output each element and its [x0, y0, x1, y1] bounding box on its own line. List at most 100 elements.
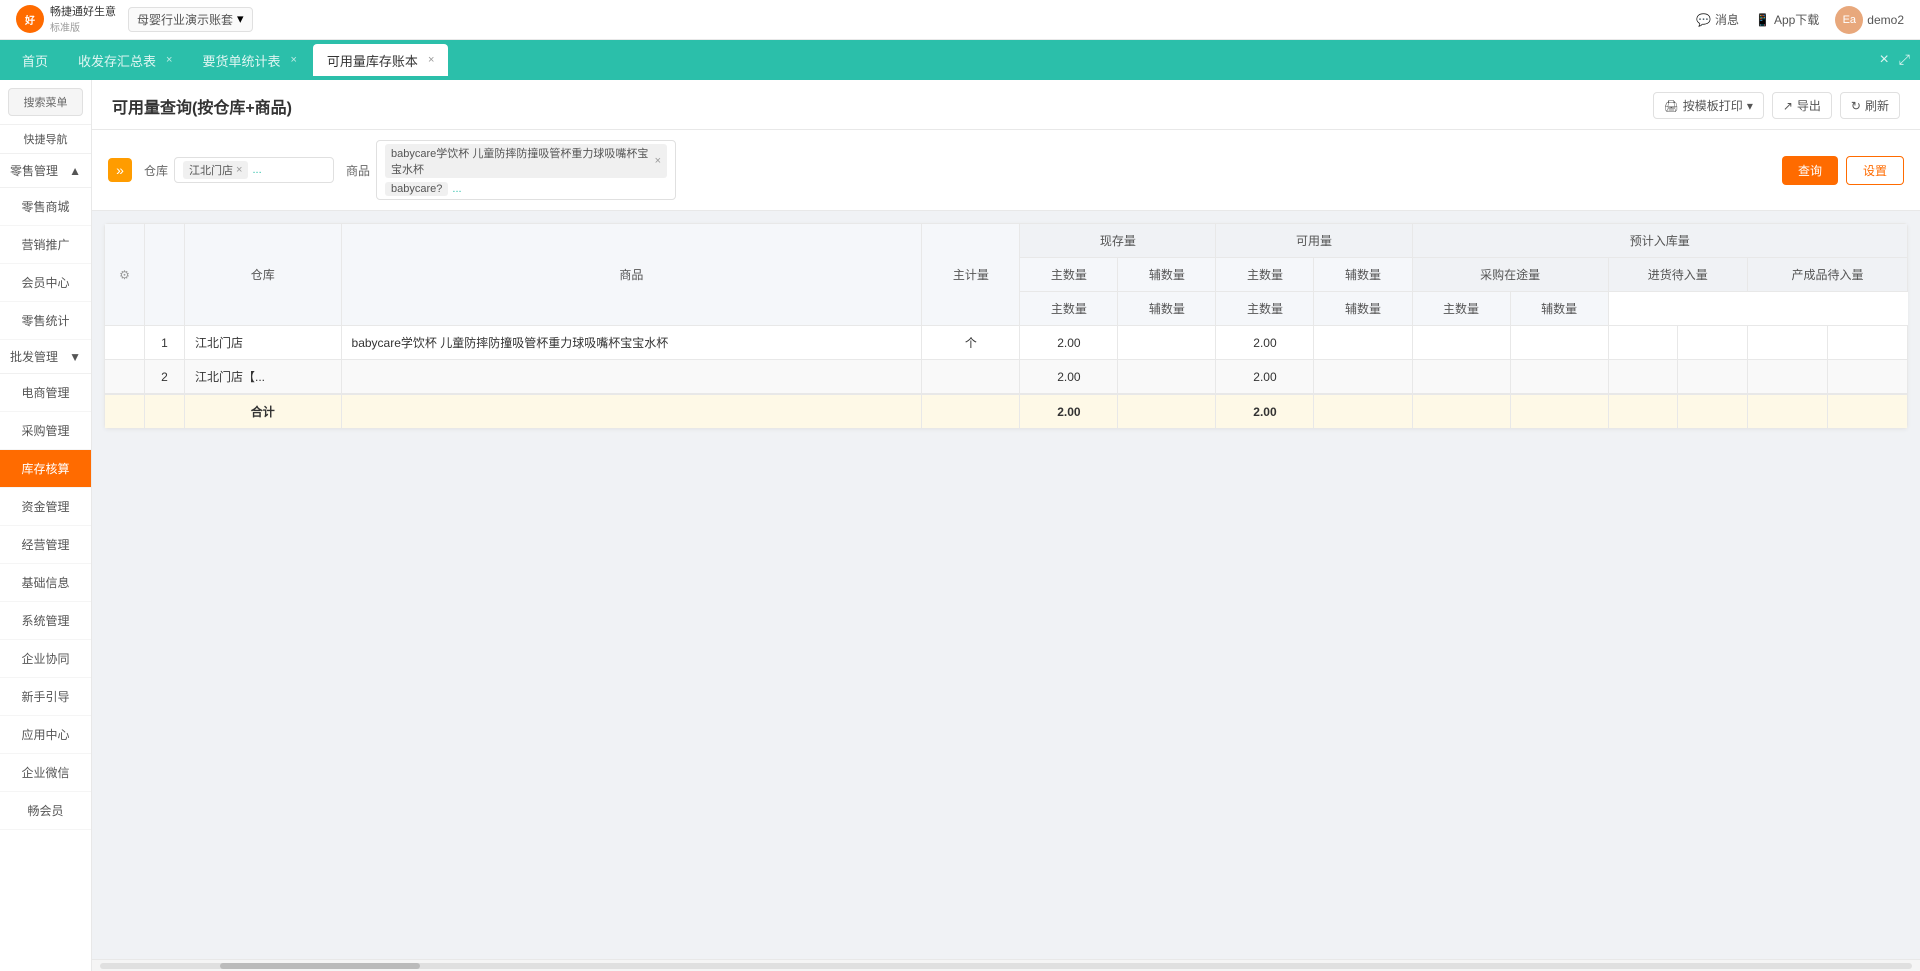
horizontal-scrollbar[interactable] [92, 959, 1920, 971]
tab-order-stat-close[interactable]: × [290, 54, 296, 66]
warehouse-tag-close[interactable]: × [236, 164, 242, 176]
sidebar-item-retail-mall[interactable]: 零售商城 [0, 188, 91, 226]
cell-stock-main-2: 2.00 [1020, 360, 1118, 395]
sidebar-item-operations[interactable]: 经营管理 [0, 526, 91, 564]
sidebar-item-new-guide[interactable]: 新手引导 [0, 678, 91, 716]
tab-receive-close[interactable]: × [166, 54, 172, 66]
th-avail-main: 主数量 [1216, 258, 1314, 292]
sidebar-item-purchase[interactable]: 采购管理 [0, 412, 91, 450]
filter-toggle-btn[interactable]: » [108, 158, 132, 182]
cell-avail-aux-2 [1314, 360, 1412, 395]
product-tag-2: babycare? [385, 182, 448, 196]
tab-receive[interactable]: 收发存汇总表 × [64, 44, 186, 76]
print-icon: 🖨 [1664, 99, 1679, 113]
th-stock-aux: 辅数量 [1118, 258, 1216, 292]
print-arrow-icon: ▾ [1747, 99, 1753, 113]
app-center-label: 应用中心 [21, 726, 69, 743]
cell-stock-aux-2 [1118, 360, 1216, 395]
warehouse-filter-group: 仓库 江北门店 × ... [144, 157, 334, 183]
cell-avail-main-1: 2.00 [1216, 326, 1314, 360]
footer-stock-main: 2.00 [1020, 394, 1118, 429]
message-btn[interactable]: 💬 消息 [1696, 11, 1739, 28]
sidebar-item-inventory[interactable]: 库存核算 [0, 450, 91, 488]
system-label: 系统管理 [21, 612, 69, 629]
footer-unit [922, 394, 1020, 429]
tab-home[interactable]: 首页 [8, 44, 62, 76]
scroll-thumb[interactable] [220, 963, 420, 969]
top-bar: 好 畅捷通好生意 标准版 母婴行业演示账套 ▾ 💬 消息 📱 App下载 Ea … [0, 0, 1920, 40]
sidebar-item-enterprise[interactable]: 企业协同 [0, 640, 91, 678]
warehouse-filter-more[interactable]: ... [252, 164, 261, 176]
sidebar-item-vip[interactable]: 畅会员 [0, 792, 91, 830]
product-filter-more[interactable]: ... [452, 183, 461, 195]
sidebar-item-retail-mgmt[interactable]: 零售管理 ▲ [0, 154, 91, 188]
retail-stat-label: 零售统计 [21, 312, 69, 329]
refresh-label: 刷新 [1865, 97, 1889, 114]
member-center-label: 会员中心 [21, 274, 69, 291]
product-input-wrap[interactable]: babycare学饮杯 儿童防摔防撞吸管杯重力球吸嘴杯宝宝水杯 × babyca… [376, 140, 676, 200]
th-production-pending: 产成品待入量 [1747, 258, 1907, 292]
th-main-unit: 主计量 [922, 224, 1020, 326]
cell-gear-2 [105, 360, 145, 395]
app-download-btn[interactable]: 📱 App下载 [1755, 11, 1819, 28]
filter-buttons: 查询 设置 [1782, 156, 1904, 185]
sidebar-item-system[interactable]: 系统管理 [0, 602, 91, 640]
close-all-tabs-btn[interactable]: × [1877, 49, 1890, 71]
expand-btn[interactable]: ⤢ [1897, 49, 1912, 71]
logo-info: 畅捷通好生意 标准版 [50, 5, 116, 34]
industry-selector[interactable]: 母婴行业演示账套 ▾ [128, 7, 253, 32]
gear-icon[interactable]: ⚙ [119, 268, 130, 282]
print-btn[interactable]: 🖨 按模板打印 ▾ [1653, 92, 1764, 119]
cell-pur-onway-aux-2 [1510, 360, 1608, 395]
th-prod-main: 主数量 [1412, 292, 1510, 326]
export-btn[interactable]: ↗ 导出 [1772, 92, 1832, 119]
cell-stock-main-1: 2.00 [1020, 326, 1118, 360]
refresh-btn[interactable]: ↻ 刷新 [1840, 92, 1900, 119]
tab-order-stat[interactable]: 要货单统计表 × [188, 44, 310, 76]
app-icon: 📱 [1755, 13, 1770, 27]
cell-prod-aux-2 [1827, 360, 1907, 395]
cell-stock-aux-1 [1118, 326, 1216, 360]
cell-incoming-main-2 [1608, 360, 1678, 395]
footer-product [341, 394, 922, 429]
sidebar-item-finance[interactable]: 资金管理 [0, 488, 91, 526]
filter-area: » 仓库 江北门店 × ... 商品 babycare学饮杯 儿童防摔防撞吸管杯… [92, 130, 1920, 211]
footer-avail-aux [1314, 394, 1412, 429]
warehouse-input-wrap[interactable]: 江北门店 × ... [174, 157, 334, 183]
cell-prod-main-2 [1747, 360, 1827, 395]
setting-btn[interactable]: 设置 [1846, 156, 1904, 185]
sidebar-item-member-center[interactable]: 会员中心 [0, 264, 91, 302]
th-available: 可用量 [1216, 224, 1412, 258]
inventory-label: 库存核算 [21, 460, 69, 477]
sidebar-item-enterprise-wx[interactable]: 企业微信 [0, 754, 91, 792]
page-actions: 🖨 按模板打印 ▾ ↗ 导出 ↻ 刷新 [1653, 92, 1900, 119]
sidebar-item-retail-stat[interactable]: 零售统计 [0, 302, 91, 340]
new-guide-label: 新手引导 [21, 688, 69, 705]
sidebar-item-marketing[interactable]: 营销推广 [0, 226, 91, 264]
user-profile[interactable]: Ea demo2 [1835, 6, 1904, 34]
vip-label: 畅会员 [27, 802, 63, 819]
footer-pur-aux [1510, 394, 1608, 429]
cell-pur-onway-main-1 [1412, 326, 1510, 360]
expand-arrow-icon-2: ▼ [69, 350, 81, 364]
product-filter-group: 商品 babycare学饮杯 儿童防摔防撞吸管杯重力球吸嘴杯宝宝水杯 × bab… [346, 140, 676, 200]
th-gear: ⚙ [105, 224, 145, 326]
footer-inc-aux [1678, 394, 1748, 429]
content-area: 可用量查询(按仓库+商品) 🖨 按模板打印 ▾ ↗ 导出 ↻ 刷新 [92, 80, 1920, 971]
sidebar-item-basics[interactable]: 基础信息 [0, 564, 91, 602]
chevron-down-icon: ▾ [237, 11, 244, 27]
sidebar-item-wholesale-mgmt[interactable]: 批发管理 ▼ [0, 340, 91, 374]
query-btn[interactable]: 查询 [1782, 156, 1838, 185]
tab-available[interactable]: 可用量库存账本 × [313, 44, 448, 76]
quick-nav-btn[interactable]: 快捷导航 [0, 125, 91, 154]
refresh-icon: ↻ [1851, 99, 1861, 113]
cell-unit-2 [922, 360, 1020, 395]
th-pur-onway-aux: 辅数量 [1118, 292, 1216, 326]
sidebar-item-app-center[interactable]: 应用中心 [0, 716, 91, 754]
product-tag-1: babycare学饮杯 儿童防摔防撞吸管杯重力球吸嘴杯宝宝水杯 × [385, 144, 667, 178]
tab-available-label: 可用量库存账本 [327, 51, 418, 70]
sidebar-item-ecommerce[interactable]: 电商管理 [0, 374, 91, 412]
search-menu-btn[interactable]: 搜索菜单 [8, 88, 83, 116]
product-tag-1-close[interactable]: × [655, 155, 661, 167]
tab-available-close[interactable]: × [428, 54, 434, 66]
